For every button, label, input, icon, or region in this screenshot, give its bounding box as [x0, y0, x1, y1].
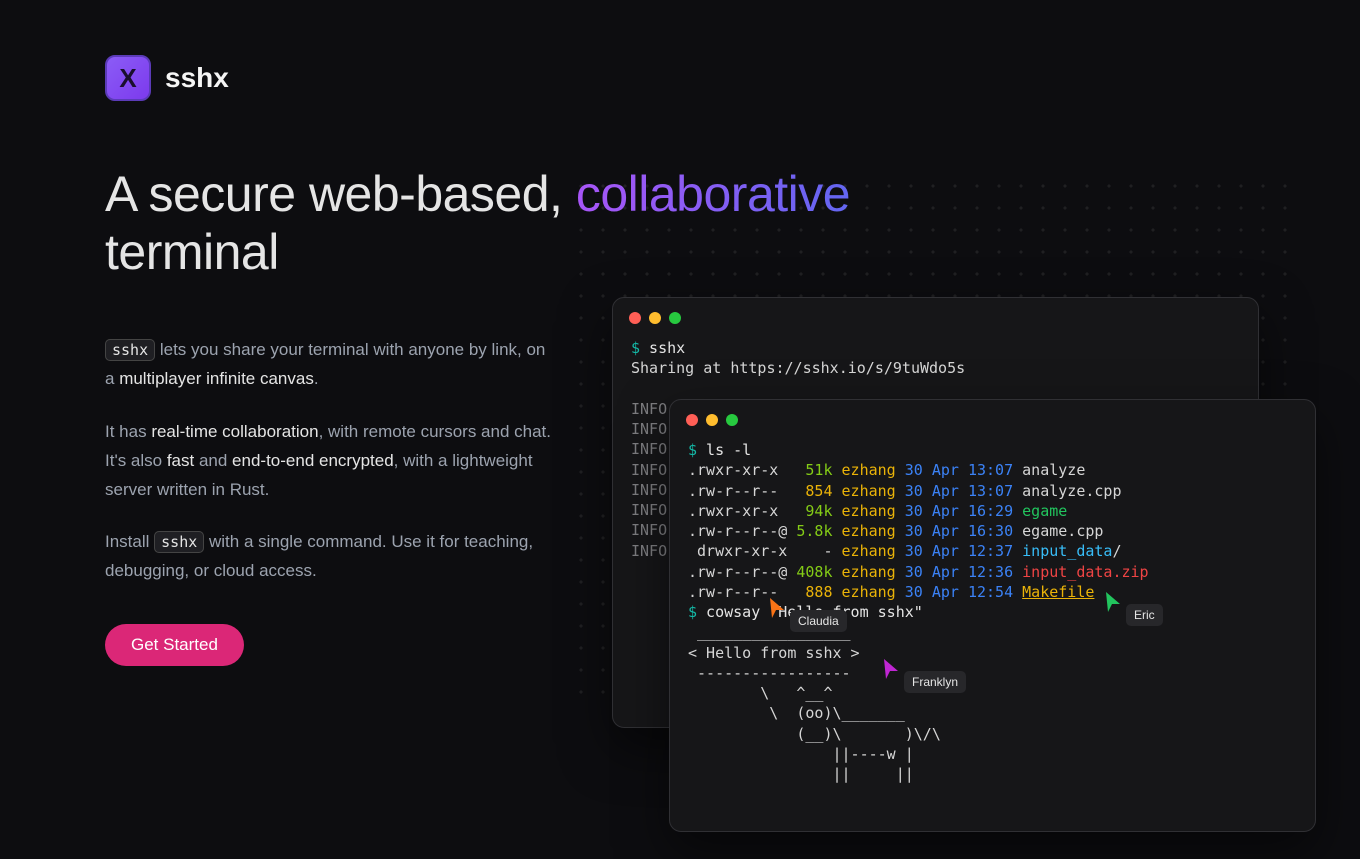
desc-paragraph-3: Install sshx with a single command. Use …: [105, 528, 555, 586]
code-chip-sshx-2: sshx: [154, 531, 204, 553]
hero-title-post: terminal: [105, 224, 279, 280]
description: sshx lets you share your terminal with a…: [105, 336, 555, 586]
cursor-arrow-icon: [770, 598, 788, 618]
cursor-label: Claudia: [790, 610, 847, 632]
logo-icon: X: [105, 55, 151, 101]
cursor-label: Eric: [1126, 604, 1163, 626]
remote-cursor-eric: Eric: [1106, 592, 1163, 626]
get-started-button[interactable]: Get Started: [105, 624, 244, 666]
site-header: X sshx: [105, 55, 1255, 101]
hero-title-gradient: collaborative: [576, 166, 850, 222]
desc-paragraph-2: It has real-time collaboration, with rem…: [105, 418, 555, 505]
cursor-arrow-icon: [884, 659, 902, 679]
code-chip-sshx: sshx: [105, 339, 155, 361]
remote-cursor-claudia: Claudia: [770, 598, 847, 632]
desc-paragraph-1: sshx lets you share your terminal with a…: [105, 336, 555, 394]
cursor-arrow-icon: [1106, 592, 1124, 612]
hero-title-pre: A secure web-based,: [105, 166, 576, 222]
app-name: sshx: [165, 62, 229, 94]
remote-cursor-franklyn: Franklyn: [884, 659, 966, 693]
cursor-label: Franklyn: [904, 671, 966, 693]
hero-title: A secure web-based, collaborative termin…: [105, 166, 925, 281]
